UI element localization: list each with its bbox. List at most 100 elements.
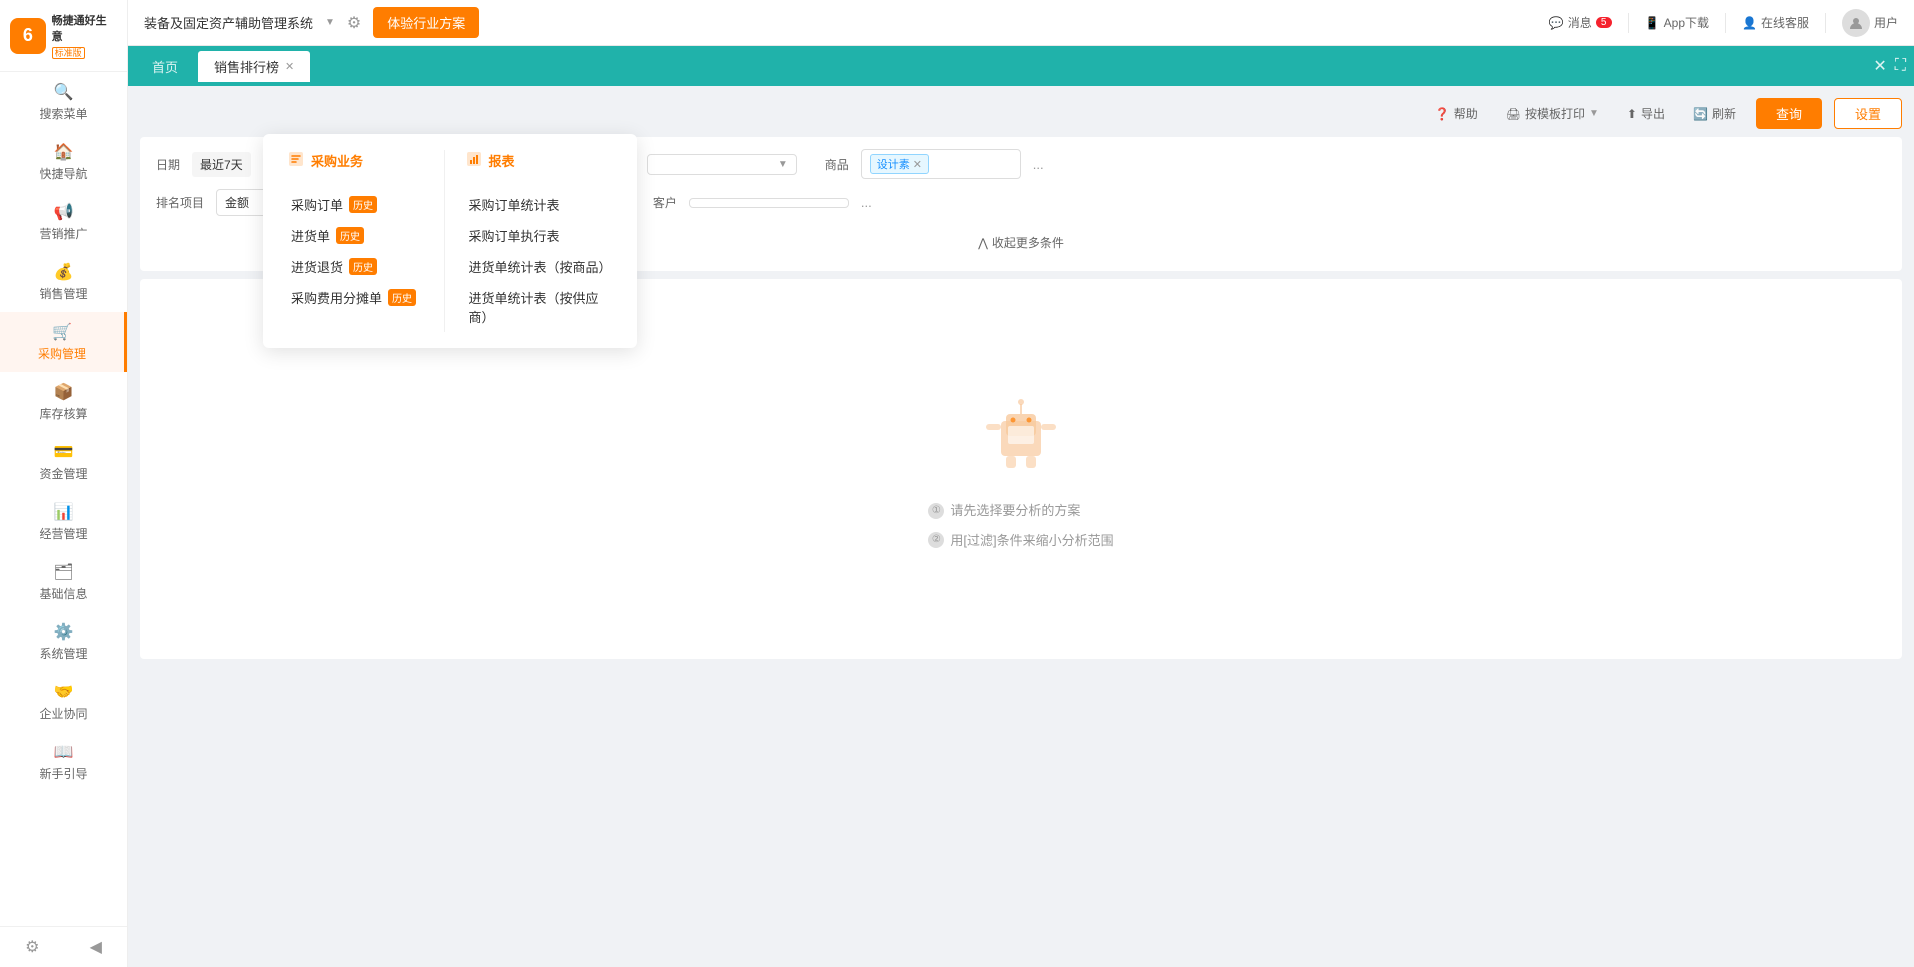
rank-item-label: 排名项目 — [156, 194, 204, 211]
tabs-close-icon[interactable]: ✕ — [1873, 56, 1886, 76]
goods-more-btn[interactable]: ... — [1033, 157, 1044, 172]
logo-text: 畅捷通好生意 标准版 — [52, 12, 117, 59]
sidebar-item-search[interactable]: 🔍 搜索菜单 — [0, 72, 127, 132]
online-service-label: 在线客服 — [1761, 14, 1809, 31]
sidebar-bottom: ⚙ ◀ — [0, 926, 127, 967]
empty-step1: ① 请先选择要分析的方案 — [928, 499, 1113, 522]
purchase-order-history[interactable]: 历史 — [349, 196, 377, 213]
sales-icon: 💰 — [54, 262, 74, 282]
sidebar-item-newbie[interactable]: 📖 新手引导 — [0, 732, 127, 792]
empty-step2: ② 用[过滤]条件来缩小分析范围 — [928, 529, 1113, 552]
divider1 — [1628, 13, 1629, 33]
goods-label: 商品 — [825, 156, 849, 173]
menu-item-return[interactable]: 进货退货 历史 — [287, 251, 436, 282]
export-icon: ⬆ — [1627, 107, 1637, 121]
system-title-dropdown[interactable]: ▼ — [325, 17, 335, 28]
incoming-history[interactable]: 历史 — [336, 227, 364, 244]
report-4-label: 进货单统计表（按供应商） — [469, 288, 610, 326]
help-btn[interactable]: ❓ 帮助 — [1427, 101, 1486, 126]
sidebar-item-inventory[interactable]: 📦 库存核算 — [0, 372, 127, 432]
refresh-btn[interactable]: 🔄 刷新 — [1685, 101, 1744, 126]
rank-item-value: 金额 — [225, 194, 249, 211]
expense-label: 采购费用分摊单 — [291, 288, 382, 307]
messages-btn[interactable]: 💬 消息 5 — [1549, 14, 1612, 31]
menu-item-report-1[interactable]: 采购订单统计表 — [465, 189, 614, 220]
sidebar-item-operation[interactable]: 📊 经营管理 — [0, 492, 127, 552]
sidebar-label-marketing: 营销推广 — [39, 225, 87, 242]
topbar-settings-icon[interactable]: ⚙ — [347, 13, 361, 33]
date-shortcut-7d[interactable]: 最近7天 — [192, 152, 251, 177]
sidebar-item-system[interactable]: ⚙️ 系统管理 — [0, 612, 127, 672]
customer-more-btn[interactable]: ... — [861, 195, 872, 210]
goods-input[interactable]: 设计素 ✕ — [861, 149, 1021, 179]
customer-input[interactable] — [689, 198, 849, 208]
main-area: 装备及固定资产辅助管理系统 ▼ ⚙ 体验行业方案 💬 消息 5 📱 App下载 … — [128, 0, 1914, 967]
sidebar-label-purchase: 采购管理 — [38, 345, 86, 362]
tab-close-btn[interactable]: ✕ — [285, 60, 294, 73]
topbar: 装备及固定资产辅助管理系统 ▼ ⚙ 体验行业方案 💬 消息 5 📱 App下载 … — [128, 0, 1914, 46]
sidebar-item-purchase[interactable]: 🛒 采购管理 — [0, 312, 127, 372]
sidebar-item-sales[interactable]: 💰 销售管理 — [0, 252, 127, 312]
export-btn[interactable]: ⬆ 导出 — [1619, 101, 1673, 126]
message-icon: 💬 — [1549, 16, 1564, 30]
query-btn[interactable]: 查询 — [1756, 98, 1822, 129]
empty-illustration — [976, 386, 1066, 479]
industry-plan-btn[interactable]: 体验行业方案 — [373, 7, 479, 38]
sidebar-item-quick-nav[interactable]: 🏠 快捷导航 — [0, 132, 127, 192]
voucher-status-dropdown-icon: ▼ — [778, 159, 788, 170]
inventory-icon: 📦 — [54, 382, 74, 402]
sidebar-settings-btn[interactable]: ⚙ — [25, 937, 39, 957]
tab-sales-ranking[interactable]: 销售排行榜 ✕ — [198, 51, 310, 82]
user-menu-btn[interactable]: 用户 — [1842, 9, 1898, 37]
tab-home[interactable]: 首页 — [136, 51, 194, 82]
home-icon: 🏠 — [54, 142, 74, 162]
report-col-title-text: 报表 — [489, 151, 515, 170]
sidebar-label-quick-nav: 快捷导航 — [39, 165, 87, 182]
operation-icon: 📊 — [54, 502, 74, 522]
help-label: 帮助 — [1454, 105, 1478, 122]
voucher-status-select[interactable]: ▼ — [647, 154, 797, 175]
online-service-btn[interactable]: 👤 在线客服 — [1742, 14, 1809, 31]
tabs-bar: 首页 销售排行榜 ✕ ✕ ⛶ — [128, 46, 1914, 86]
refresh-icon: 🔄 — [1693, 107, 1708, 121]
export-label: 导出 — [1641, 105, 1665, 122]
return-history[interactable]: 历史 — [349, 258, 377, 275]
app-download-btn[interactable]: 📱 App下载 — [1645, 14, 1709, 31]
report-col-icon — [465, 150, 483, 171]
menu-item-report-3[interactable]: 进货单统计表（按商品） — [465, 251, 614, 282]
menu-item-incoming[interactable]: 进货单 历史 — [287, 220, 436, 251]
finance-icon: 💳 — [54, 442, 74, 462]
enterprise-icon: 🤝 — [54, 682, 74, 702]
sidebar-item-marketing[interactable]: 📢 营销推广 — [0, 192, 127, 252]
settings-btn[interactable]: 设置 — [1834, 98, 1902, 129]
sidebar-collapse-btn[interactable]: ◀ — [90, 937, 102, 957]
tab-sales-ranking-label: 销售排行榜 — [214, 57, 279, 76]
tabs-fullscreen-icon[interactable]: ⛶ — [1895, 57, 1906, 75]
print-dropdown-icon: ▼ — [1589, 108, 1599, 119]
menu-item-report-4[interactable]: 进货单统计表（按供应商） — [465, 282, 614, 332]
menu-item-expense[interactable]: 采购费用分摊单 历史 — [287, 282, 436, 313]
purchase-col-title: 采购业务 — [287, 150, 436, 177]
menu-item-purchase-order[interactable]: 采购订单 历史 — [287, 189, 436, 220]
help-icon: ❓ — [1435, 107, 1450, 121]
sidebar-label-newbie: 新手引导 — [39, 765, 87, 782]
sidebar-item-basic-info[interactable]: 🗂 基础信息 — [0, 552, 127, 612]
menu-item-report-2[interactable]: 采购订单执行表 — [465, 220, 614, 251]
sidebar-label-basic-info: 基础信息 — [39, 585, 87, 602]
system-title: 装备及固定资产辅助管理系统 — [144, 13, 313, 32]
purchase-col-title-text: 采购业务 — [311, 151, 363, 170]
print-btn[interactable]: 🖨 按模板打印 ▼ — [1498, 101, 1607, 126]
expense-history[interactable]: 历史 — [388, 289, 416, 306]
sidebar-item-finance[interactable]: 💳 资金管理 — [0, 432, 127, 492]
purchase-menu-col: 采购业务 采购订单 历史 进货单 历史 进货退货 历史 — [279, 150, 444, 332]
sidebar-label-sales: 销售管理 — [39, 285, 87, 302]
sidebar-label-enterprise: 企业协同 — [39, 705, 87, 722]
collapse-label: 收起更多条件 — [992, 234, 1064, 251]
collapse-icon: ⋀ — [978, 236, 988, 250]
refresh-label: 刷新 — [1712, 105, 1736, 122]
print-label: 按模板打印 — [1525, 105, 1585, 122]
report-1-label: 采购订单统计表 — [469, 195, 560, 214]
goods-tag-close[interactable]: ✕ — [913, 158, 922, 171]
purchase-order-label: 采购订单 — [291, 195, 343, 214]
sidebar-item-enterprise[interactable]: 🤝 企业协同 — [0, 672, 127, 732]
